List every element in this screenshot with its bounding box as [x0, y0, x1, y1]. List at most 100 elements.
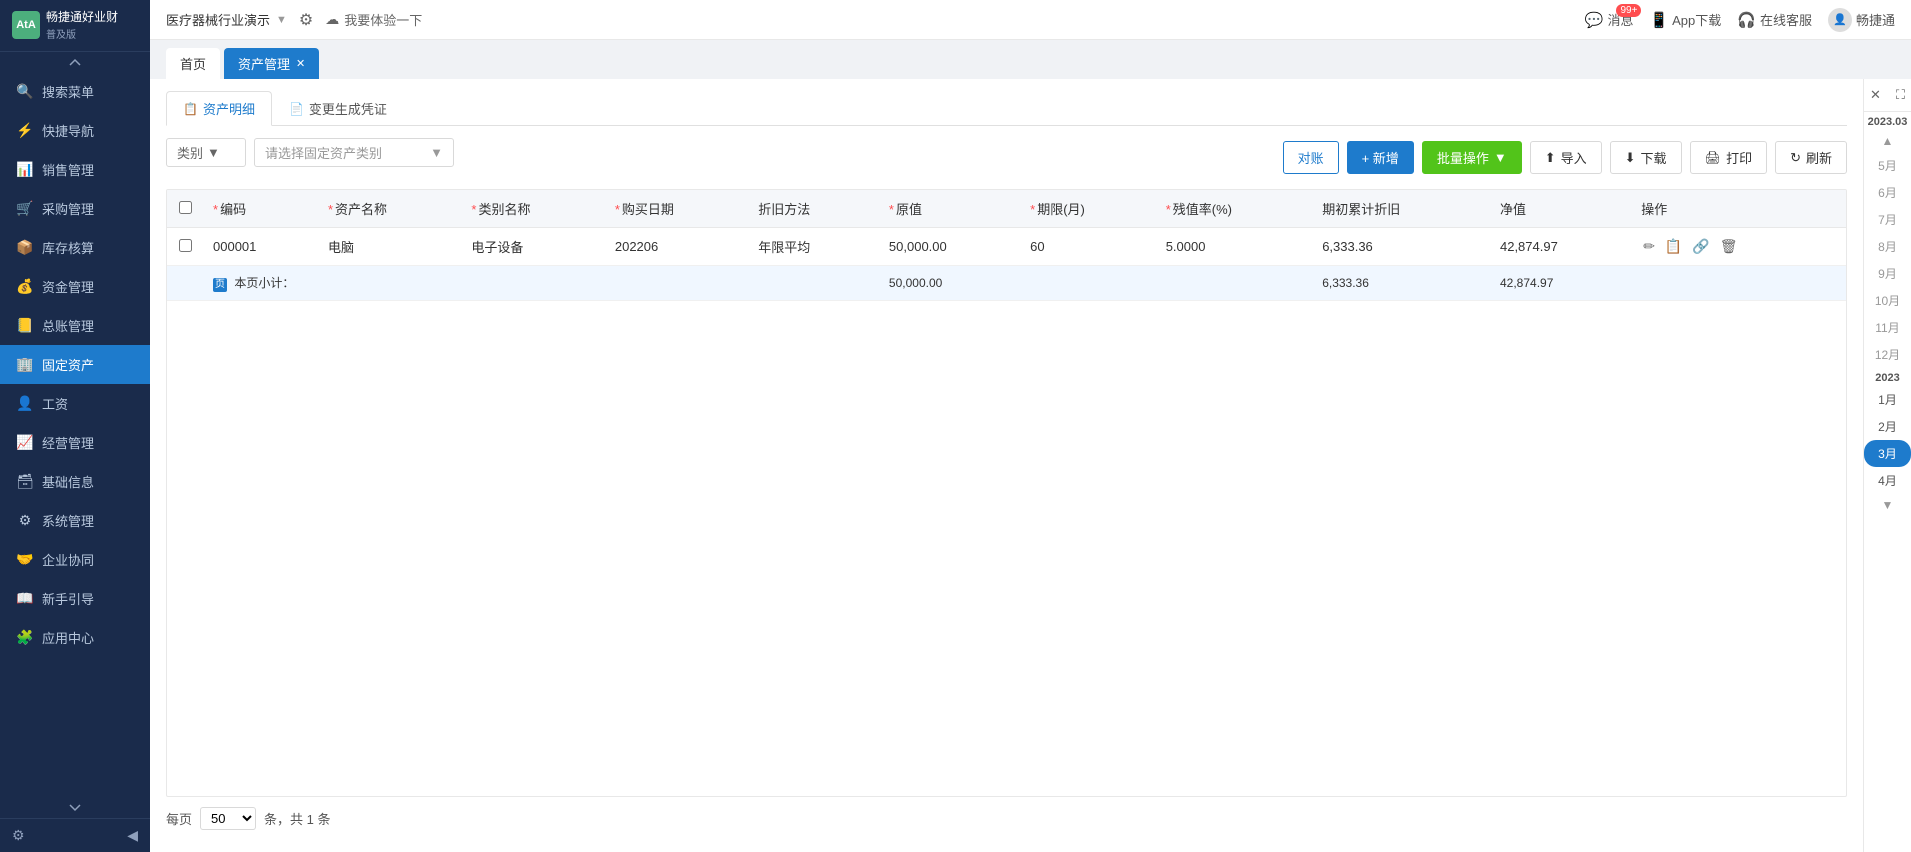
- app-edition: 普及版: [46, 26, 118, 41]
- basic-icon: 🗃: [16, 473, 34, 490]
- cell-residual-rate: 5.0000: [1156, 228, 1313, 266]
- cell-code: 000001: [203, 228, 318, 266]
- month-11[interactable]: 11月: [1864, 314, 1911, 341]
- header-residual-rate: *残值率(%): [1156, 190, 1313, 228]
- category-filter-input[interactable]: 请选择固定资产类别 ▼: [254, 138, 454, 167]
- user-profile-action[interactable]: 👤 畅捷通: [1828, 8, 1895, 32]
- sidebar-item-enterprise[interactable]: 🤝 企业协同: [0, 540, 150, 579]
- right-panel-scroll-down[interactable]: ▼: [1878, 494, 1898, 516]
- right-panel-scroll-up[interactable]: ▲: [1878, 130, 1898, 152]
- sidebar-item-operations[interactable]: 📈 经营管理: [0, 423, 150, 462]
- header-period: *期限(月): [1020, 190, 1156, 228]
- refresh-button[interactable]: ↻ 刷新: [1775, 141, 1847, 174]
- row-checkbox[interactable]: [179, 239, 192, 252]
- filter-placeholder: 请选择固定资产类别: [265, 143, 382, 162]
- page-size-select[interactable]: 50 10 20 100: [200, 807, 256, 830]
- topbar-settings-icon[interactable]: ⚙: [299, 10, 313, 30]
- download-icon: ⬇: [1625, 150, 1636, 166]
- content-area: 📋 资产明细 📄 变更生成凭证 类别 ▼: [150, 79, 1911, 852]
- sidebar-item-assets[interactable]: 🏢 固定资产: [0, 345, 150, 384]
- select-all-checkbox[interactable]: [179, 201, 192, 214]
- sidebar-logo: AtA 畅捷通好业财 普及版: [0, 0, 150, 52]
- tabbar: 首页 资产管理 ✕: [150, 40, 1911, 79]
- subtab-voucher-icon: 📄: [289, 102, 304, 116]
- cell-purchase-date: 202206: [605, 228, 748, 266]
- sidebar-item-search[interactable]: 🔍 搜索菜单: [0, 72, 150, 111]
- download-label: 下载: [1641, 148, 1667, 167]
- delete-action-btn[interactable]: 🗑: [1718, 236, 1740, 257]
- header-actions: 操作: [1631, 190, 1846, 228]
- sidebar-item-sales[interactable]: 📊 销售管理: [0, 150, 150, 189]
- import-label: 导入: [1561, 148, 1587, 167]
- month-12[interactable]: 12月: [1864, 341, 1911, 368]
- sidebar-item-ledger[interactable]: 📒 总账管理: [0, 306, 150, 345]
- sidebar-scroll-up[interactable]: [0, 52, 150, 72]
- right-panel-expand-icon[interactable]: ⛶: [1896, 87, 1905, 103]
- link-action-btn[interactable]: 🔗: [1690, 236, 1711, 257]
- month-2023-1[interactable]: 1月: [1864, 386, 1911, 413]
- month-6[interactable]: 6月: [1864, 179, 1911, 206]
- subtabs: 📋 资产明细 📄 变更生成凭证: [166, 91, 1847, 126]
- sidebar-item-label-payroll: 工资: [42, 394, 68, 413]
- sidebar-item-label-funds: 资金管理: [42, 277, 94, 296]
- subtab-asset-detail[interactable]: 📋 资产明细: [166, 91, 272, 126]
- month-10[interactable]: 10月: [1864, 287, 1911, 314]
- month-5[interactable]: 5月: [1864, 152, 1911, 179]
- duizhang-button[interactable]: 对账: [1283, 141, 1339, 174]
- app-download-icon: 📱: [1649, 11, 1668, 29]
- experience-btn[interactable]: ☁ 我要体验一下: [325, 10, 422, 29]
- sidebar-item-system[interactable]: ⚙ 系统管理: [0, 501, 150, 540]
- subtotal-accumulated-depreciation: 6,333.36: [1312, 266, 1490, 301]
- company-dropdown-arrow: ▼: [276, 14, 287, 26]
- message-action[interactable]: 💬 消息 99+: [1585, 10, 1634, 29]
- collapse-icon[interactable]: ◀: [127, 827, 138, 844]
- sidebar-item-inventory[interactable]: 📦 库存核算: [0, 228, 150, 267]
- sidebar-item-quicknav[interactable]: ⚡ 快捷导航: [0, 111, 150, 150]
- app-download-action[interactable]: 📱 App下载: [1649, 10, 1721, 29]
- copy-action-btn[interactable]: 📋: [1663, 236, 1684, 257]
- sidebar-scroll-down[interactable]: [0, 798, 150, 818]
- per-page-label: 每页: [166, 809, 192, 828]
- subtotal-label: 本页小计：: [234, 276, 294, 290]
- print-button[interactable]: 🖨 打印: [1690, 141, 1768, 174]
- edit-action-btn[interactable]: ✏: [1641, 236, 1657, 257]
- avatar: 👤: [1828, 8, 1852, 32]
- month-7[interactable]: 7月: [1864, 206, 1911, 233]
- tab-assets-management[interactable]: 资产管理 ✕: [224, 48, 319, 79]
- month-2023-2[interactable]: 2月: [1864, 413, 1911, 440]
- subtotal-icon: 页: [213, 278, 227, 292]
- company-selector[interactable]: 医疗器械行业演示 ▼: [166, 10, 287, 29]
- batch-button[interactable]: 批量操作 ▼: [1422, 141, 1522, 174]
- sidebar-item-label-system: 系统管理: [42, 511, 94, 530]
- guide-icon: 📖: [16, 590, 34, 607]
- sidebar-item-basic[interactable]: 🗃 基础信息: [0, 462, 150, 501]
- sidebar-item-label-assets: 固定资产: [42, 355, 94, 374]
- sidebar-item-guide[interactable]: 📖 新手引导: [0, 579, 150, 618]
- toolbar: 类别 ▼ 请选择固定资产类别 ▼ 对账 + 新增: [166, 138, 1847, 177]
- month-2023-3[interactable]: 3月: [1864, 440, 1911, 467]
- sidebar-item-label-operations: 经营管理: [42, 433, 94, 452]
- month-9[interactable]: 9月: [1864, 260, 1911, 287]
- download-button[interactable]: ⬇ 下载: [1610, 141, 1682, 174]
- pagination: 每页 50 10 20 100 条，共 1 条: [166, 797, 1847, 840]
- import-button[interactable]: ⬆ 导入: [1530, 141, 1602, 174]
- assets-table: *编码 *资产名称 *类别名称 *购买日期 折旧方法 *原值 *期限(月) *残…: [167, 190, 1846, 301]
- new-button[interactable]: + 新增: [1347, 141, 1414, 174]
- category-filter-select[interactable]: 类别 ▼: [166, 138, 246, 167]
- sidebar-item-funds[interactable]: 💰 资金管理: [0, 267, 150, 306]
- topbar: 医疗器械行业演示 ▼ ⚙ ☁ 我要体验一下 💬 消息 99+ 📱 App下载 🎧…: [150, 0, 1911, 40]
- right-panel-close-icon[interactable]: ✕: [1870, 87, 1881, 103]
- settings-bottom-icon[interactable]: ⚙: [12, 827, 25, 844]
- online-service-action[interactable]: 🎧 在线客服: [1737, 10, 1812, 29]
- sidebar-item-payroll[interactable]: 👤 工资: [0, 384, 150, 423]
- sales-icon: 📊: [16, 161, 34, 178]
- tab-home[interactable]: 首页: [166, 48, 220, 79]
- month-8[interactable]: 8月: [1864, 233, 1911, 260]
- sidebar-item-purchase[interactable]: 🛒 采购管理: [0, 189, 150, 228]
- online-service-icon: 🎧: [1737, 11, 1756, 29]
- month-2023-4[interactable]: 4月: [1864, 467, 1911, 494]
- sidebar-item-apps[interactable]: 🧩 应用中心: [0, 618, 150, 657]
- tab-close-icon[interactable]: ✕: [296, 57, 305, 70]
- subtab-change-voucher[interactable]: 📄 变更生成凭证: [272, 91, 404, 125]
- enterprise-icon: 🤝: [16, 551, 34, 568]
